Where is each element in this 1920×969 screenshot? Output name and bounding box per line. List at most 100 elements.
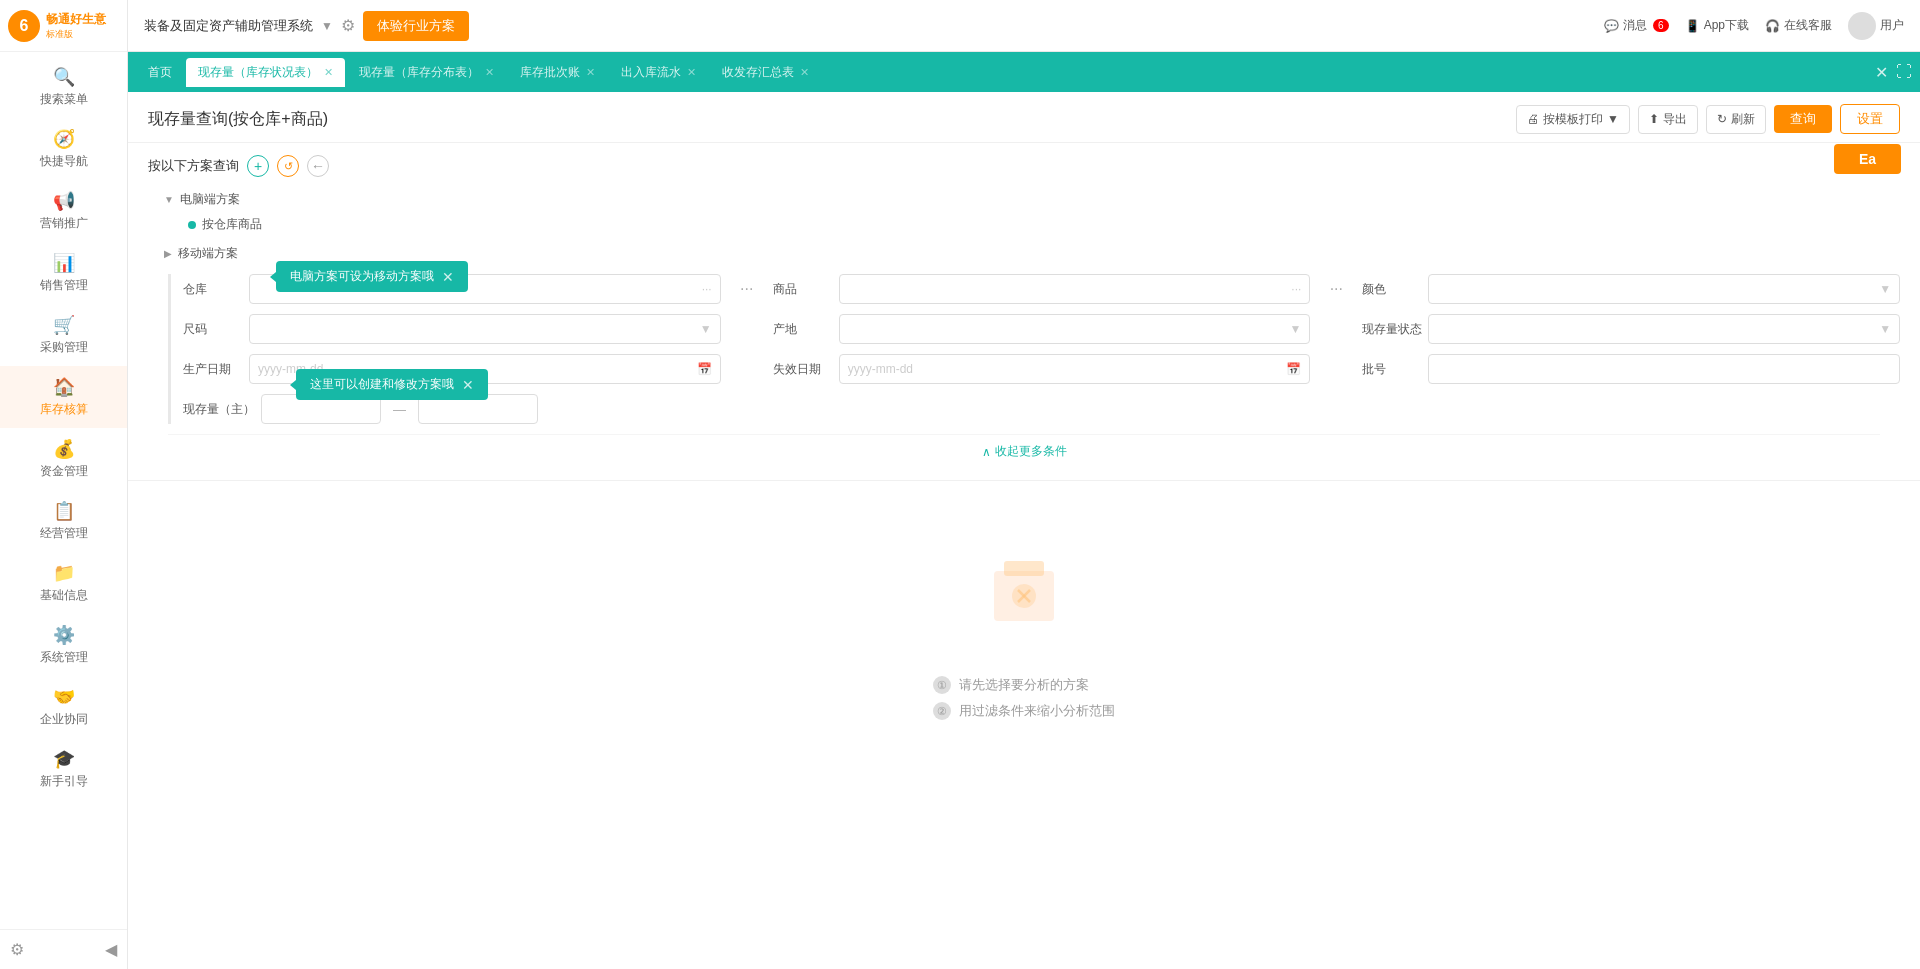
color-filter: 颜色 ▼	[1362, 274, 1900, 304]
marketing-icon: 📢	[53, 190, 75, 212]
tab-stock-dist[interactable]: 现存量（库存分布表） ✕	[347, 58, 506, 87]
stock-state-dropdown: ▼	[1879, 322, 1891, 336]
svg-rect-1	[1004, 561, 1044, 576]
sidebar-item-search[interactable]: 🔍 搜索菜单	[0, 56, 127, 118]
pc-plan-item[interactable]: ▼ 电脑端方案	[148, 187, 1900, 212]
collapse-btn[interactable]: ∧ 收起更多条件	[168, 434, 1880, 468]
tooltip1-close[interactable]: ✕	[442, 269, 454, 285]
empty-tip-1: ① 请先选择要分析的方案	[933, 676, 1115, 694]
sidebar-item-purchase[interactable]: 🛒 采购管理	[0, 304, 127, 366]
sidebar-item-base[interactable]: 📁 基础信息	[0, 552, 127, 614]
app-download-btn[interactable]: 📱 App下载	[1685, 17, 1749, 34]
pc-plan-children: 按仓库商品	[148, 212, 1900, 237]
stock-main-label: 现存量（主）	[183, 401, 255, 418]
origin-select[interactable]: ▼	[839, 314, 1311, 344]
goods-select[interactable]: ···	[839, 274, 1311, 304]
batch-filter: 批号	[1362, 354, 1900, 384]
tabs-close-all-btn[interactable]: ✕	[1875, 63, 1888, 82]
goods-dots: ···	[1291, 282, 1301, 296]
color-select[interactable]: ▼	[1428, 274, 1900, 304]
select-arrow: ···	[702, 282, 712, 296]
tab-batch[interactable]: 库存批次账 ✕	[508, 58, 607, 87]
filter-row-2: 尺码 ▼ 产地 ▼	[183, 314, 1900, 344]
page-title: 现存量查询(按仓库+商品)	[148, 109, 328, 130]
page-actions: 🖨 按模板打印 ▼ ⬆ 导出 ↻ 刷新 查询 设置	[1516, 104, 1900, 134]
expiry-date-input[interactable]: yyyy-mm-dd 📅	[839, 354, 1311, 384]
online-support-btn[interactable]: 🎧 在线客服	[1765, 17, 1832, 34]
search-button[interactable]: 查询	[1774, 105, 1832, 133]
base-icon: 📁	[53, 562, 75, 584]
ea-badge[interactable]: Ea	[1834, 144, 1901, 174]
message-badge: 6	[1653, 19, 1669, 32]
sidebar-item-enterprise[interactable]: 🤝 企业协同	[0, 676, 127, 738]
user-avatar	[1848, 12, 1876, 40]
guide-icon: 🎓	[53, 748, 75, 770]
sidebar-item-marketing[interactable]: 📢 营销推广	[0, 180, 127, 242]
color-dropdown: ▼	[1879, 282, 1891, 296]
edit-plan-btn[interactable]: ↺	[277, 155, 299, 177]
tab-inout[interactable]: 出入库流水 ✕	[609, 58, 708, 87]
add-plan-btn[interactable]: +	[247, 155, 269, 177]
stock-state-label: 现存量状态	[1362, 321, 1422, 338]
purchase-icon: 🛒	[53, 314, 75, 336]
export-btn[interactable]: ⬆ 导出	[1638, 105, 1698, 134]
sidebar-item-inventory[interactable]: 🏠 库存核算	[0, 366, 127, 428]
color-label: 颜色	[1362, 281, 1422, 298]
sidebar: 6 畅通好生意 标准版 🔍 搜索菜单 🧭 快捷导航 📢 营销推广 📊 销售管理 …	[0, 0, 128, 969]
inventory-icon: 🏠	[53, 376, 75, 398]
print-btn[interactable]: 🖨 按模板打印 ▼	[1516, 105, 1630, 134]
header-settings-btn[interactable]: ⚙	[341, 16, 355, 35]
header-left: 装备及固定资产辅助管理系统 ▼ ⚙ 体验行业方案	[144, 11, 469, 41]
system-name: 装备及固定资产辅助管理系统	[144, 17, 313, 35]
warehouse-label: 仓库	[183, 281, 243, 298]
filter-rows-container: 仓库 ··· ··· 商品 ··· ···	[168, 274, 1900, 424]
tab-close-inout[interactable]: ✕	[687, 66, 696, 79]
tab-stock-status[interactable]: 现存量（库存状况表） ✕	[186, 58, 345, 87]
plan-dot	[188, 221, 196, 229]
sidebar-item-system[interactable]: ⚙️ 系统管理	[0, 614, 127, 676]
tabs-right: ✕ ⛶	[1875, 63, 1912, 82]
left-arrow-btn[interactable]: ←	[307, 155, 329, 177]
origin-label: 产地	[773, 321, 833, 338]
stock-state-select[interactable]: ▼	[1428, 314, 1900, 344]
tab-close-stock-status[interactable]: ✕	[324, 66, 333, 79]
sidebar-item-operation[interactable]: 📋 经营管理	[0, 490, 127, 552]
reset-button[interactable]: 设置	[1840, 104, 1900, 134]
empty-svg	[974, 541, 1074, 641]
stock-dash: —	[393, 402, 406, 417]
tab-home[interactable]: 首页	[136, 58, 184, 87]
logo-text: 畅通好生意 标准版	[46, 11, 106, 41]
user-area[interactable]: 用户	[1848, 12, 1904, 40]
sidebar-item-quick[interactable]: 🧭 快捷导航	[0, 118, 127, 180]
tab-close-stock-dist[interactable]: ✕	[485, 66, 494, 79]
sidebar-item-guide[interactable]: 🎓 新手引导	[0, 738, 127, 800]
stock-state-filter: 现存量状态 ▼	[1362, 314, 1900, 344]
compass-icon: 🧭	[53, 128, 75, 150]
page-content: 现存量查询(按仓库+商品) 🖨 按模板打印 ▼ ⬆ 导出 ↻ 刷新 查询 设置	[128, 92, 1920, 969]
size-select[interactable]: ▼	[249, 314, 721, 344]
message-icon: 💬	[1604, 19, 1619, 33]
refresh-btn[interactable]: ↻ 刷新	[1706, 105, 1766, 134]
tip2-num: ②	[933, 702, 951, 720]
collapse-footer-btn[interactable]: ◀	[105, 940, 117, 959]
tab-close-collect[interactable]: ✕	[800, 66, 809, 79]
message-btn[interactable]: 💬 消息 6	[1604, 17, 1669, 34]
tabs-bar: 首页 现存量（库存状况表） ✕ 现存量（库存分布表） ✕ 库存批次账 ✕ 出入库…	[128, 52, 1920, 92]
tabs-fullscreen-btn[interactable]: ⛶	[1896, 63, 1912, 82]
sidebar-item-finance[interactable]: 💰 资金管理	[0, 428, 127, 490]
tooltip2-close[interactable]: ✕	[462, 377, 474, 393]
dropdown-arrow[interactable]: ▼	[321, 19, 333, 33]
tab-collect[interactable]: 收发存汇总表 ✕	[710, 58, 821, 87]
sales-icon: 📊	[53, 252, 75, 274]
warehouse-goods-plan[interactable]: 按仓库商品	[180, 212, 1900, 237]
expiry-date-label: 失效日期	[773, 361, 833, 378]
batch-input[interactable]	[1428, 354, 1900, 384]
sidebar-item-sales[interactable]: 📊 销售管理	[0, 242, 127, 304]
pc-plan-arrow: ▼	[164, 194, 174, 205]
goods-label: 商品	[773, 281, 833, 298]
tab-close-batch[interactable]: ✕	[586, 66, 595, 79]
experience-button[interactable]: 体验行业方案	[363, 11, 469, 41]
header-right: 💬 消息 6 📱 App下载 🎧 在线客服 用户	[1604, 12, 1904, 40]
settings-footer-btn[interactable]: ⚙	[10, 940, 24, 959]
sidebar-nav: 🔍 搜索菜单 🧭 快捷导航 📢 营销推广 📊 销售管理 🛒 采购管理 🏠 库存核…	[0, 52, 127, 929]
